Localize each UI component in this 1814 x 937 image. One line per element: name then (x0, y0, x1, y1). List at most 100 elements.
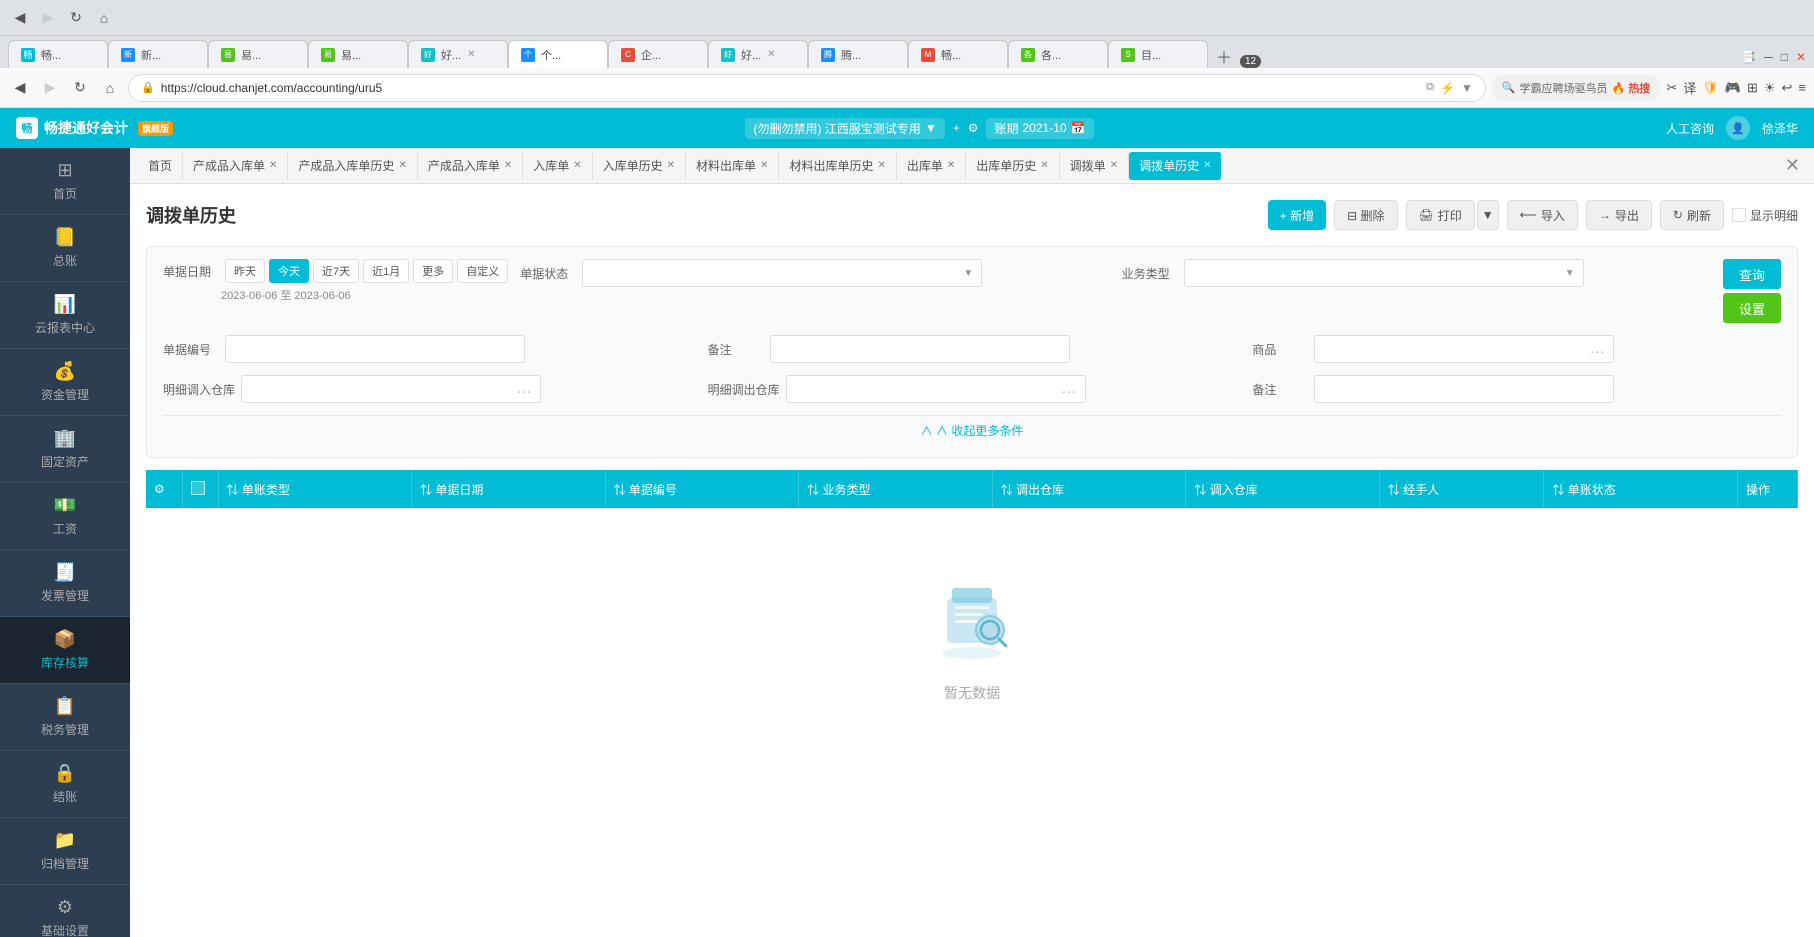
page-tab-2[interactable]: 产成品入库单历史 ✕ (288, 152, 417, 180)
browser-tab-3[interactable]: 易 易... (208, 40, 308, 68)
sidebar-item-closing[interactable]: 🔒 结账 (0, 751, 130, 818)
page-tab-8[interactable]: 出库单 ✕ (897, 152, 966, 180)
detail-in-selector[interactable]: … (241, 375, 541, 403)
delete-button[interactable]: ⊟ 删除 (1334, 200, 1397, 230)
translate-icon[interactable]: 译 (1683, 78, 1696, 97)
date-btn-yesterday[interactable]: 昨天 (225, 259, 265, 283)
dropdown-icon[interactable]: ▼ (1461, 81, 1473, 95)
date-btn-custom[interactable]: 自定义 (457, 259, 508, 283)
new-browser-tab-button[interactable]: ＋ (1212, 44, 1236, 68)
reload-button[interactable]: ↻ (68, 76, 92, 100)
undo-icon[interactable]: ↩ (1782, 80, 1793, 96)
nav-refresh[interactable]: ↻ (64, 6, 88, 30)
browser-close[interactable]: ✕ (1796, 50, 1806, 64)
page-tab-7-close[interactable]: ✕ (877, 160, 885, 171)
page-tab-4[interactable]: 入库单 ✕ (523, 152, 592, 180)
sidebar-item-ledger[interactable]: 📒 总账 (0, 215, 130, 282)
table-header-handler[interactable]: ⇅ 经手人 (1379, 470, 1544, 508)
page-tab-6[interactable]: 材料出库单 ✕ (686, 152, 779, 180)
sidebar-item-assets[interactable]: 🏢 固定资产 (0, 416, 130, 483)
collapse-bar[interactable]: ∧ ∧ 收起更多条件 (163, 415, 1781, 445)
browser-tab-2[interactable]: 新 新... (108, 40, 208, 68)
browser-search-box[interactable]: 🔍 学霸应聘场驱鸟员 🔥 热搜 (1492, 75, 1660, 101)
page-tab-4-close[interactable]: ✕ (573, 160, 581, 171)
detail-out-selector[interactable]: … (786, 375, 1086, 403)
table-header-out-warehouse[interactable]: ⇅ 调出仓库 (992, 470, 1186, 508)
address-bar[interactable]: 🔒 https://cloud.chanjet.com/accounting/u… (128, 74, 1486, 102)
page-tab-3[interactable]: 产成品入库单 ✕ (418, 152, 523, 180)
date-btn-more[interactable]: 更多 (413, 259, 453, 283)
nav-forward[interactable]: ▶ (36, 6, 60, 30)
browser-tab-8[interactable]: 好 好... ✕ (708, 40, 808, 68)
browser-minimize[interactable]: ─ (1764, 50, 1773, 64)
browser-tab-7[interactable]: C 企... (608, 40, 708, 68)
extension-icon-1[interactable]: 🛡 (1702, 80, 1719, 96)
goods-selector[interactable]: … (1314, 335, 1614, 363)
import-button[interactable]: ⟵ 导入 (1507, 200, 1578, 230)
page-tab-5-close[interactable]: ✕ (667, 160, 675, 171)
sidebar-item-funds[interactable]: 💰 资金管理 (0, 349, 130, 416)
page-tab-11[interactable]: 调拨单历史 ✕ (1129, 152, 1222, 180)
theme-icon[interactable]: ☀ (1764, 80, 1776, 96)
date-btn-today[interactable]: 今天 (269, 259, 309, 283)
new-button[interactable]: + 新增 (1268, 200, 1326, 230)
query-button[interactable]: 查询 (1723, 259, 1781, 289)
browser-tab-6[interactable]: 个 个... (508, 40, 608, 68)
page-tab-3-close[interactable]: ✕ (504, 160, 512, 171)
service-label[interactable]: 人工咨询 (1666, 120, 1714, 137)
nav-back[interactable]: ◀ (8, 6, 32, 30)
page-tab-1[interactable]: 产成品入库单 ✕ (183, 152, 288, 180)
sidebar-item-archive[interactable]: 📁 归档管理 (0, 818, 130, 885)
page-tab-9[interactable]: 出库单历史 ✕ (966, 152, 1059, 180)
browser-tab-9[interactable]: 腾 腾... (808, 40, 908, 68)
period-selector[interactable]: 账期 2021-10 📅 (986, 118, 1093, 139)
table-header-gear[interactable]: ⚙ (146, 470, 182, 508)
date-btn-1month[interactable]: 近1月 (363, 259, 409, 283)
sidebar-item-salary[interactable]: 💵 工资 (0, 483, 130, 550)
page-tab-10[interactable]: 调拨单 ✕ (1060, 152, 1129, 180)
biztype-select[interactable]: ▼ (1184, 259, 1584, 287)
sidebar-item-tax[interactable]: 📋 税务管理 (0, 684, 130, 751)
export-button[interactable]: → 导出 (1586, 200, 1652, 230)
remark2-input[interactable] (1314, 375, 1614, 403)
forward-button[interactable]: ▶ (38, 76, 62, 100)
table-header-doc-no[interactable]: ⇅ 单据编号 (605, 470, 799, 508)
browser-tab-8-close[interactable]: ✕ (767, 49, 775, 60)
browser-tab-11[interactable]: 各 各... (1008, 40, 1108, 68)
refresh-button[interactable]: ↻ 刷新 (1660, 200, 1724, 230)
display-toggle[interactable]: 显示明细 (1732, 207, 1798, 224)
browser-tab-5-close[interactable]: ✕ (467, 49, 475, 60)
page-tab-10-close[interactable]: ✕ (1110, 160, 1118, 171)
page-tab-7[interactable]: 材料出库单历史 ✕ (779, 152, 896, 180)
page-tab-11-close[interactable]: ✕ (1203, 160, 1211, 171)
sidebar-item-inventory[interactable]: 📦 库存核算 (0, 617, 130, 684)
add-icon[interactable]: + (953, 121, 960, 135)
grid-icon[interactable]: ⊞ (1747, 80, 1758, 96)
page-tab-8-close[interactable]: ✕ (947, 160, 955, 171)
remark-input[interactable] (770, 335, 1070, 363)
page-tab-2-close[interactable]: ✕ (398, 160, 406, 171)
browser-tab-5[interactable]: 好 好... ✕ (408, 40, 508, 68)
close-all-tabs-button[interactable]: ✕ (1779, 155, 1806, 176)
sidebar-item-invoice[interactable]: 🧾 发票管理 (0, 550, 130, 617)
select-all-checkbox[interactable] (191, 481, 205, 495)
browser-tab-4[interactable]: 易 易... (308, 40, 408, 68)
table-header-doc-date[interactable]: ⇅ 单据日期 (412, 470, 606, 508)
user-avatar[interactable]: 👤 (1726, 116, 1750, 140)
print-button[interactable]: 🖨 🖨 打印 打印 (1406, 200, 1475, 230)
page-tab-home[interactable]: 首页 (138, 152, 183, 180)
home-button[interactable]: ⌂ (98, 76, 122, 100)
sidebar-item-reports[interactable]: 📊 云报表中心 (0, 282, 130, 349)
table-header-biz-type[interactable]: ⇅ 业务类型 (799, 470, 993, 508)
date-btn-7days[interactable]: 近7天 (313, 259, 359, 283)
browser-tab-1[interactable]: 畅 畅... (8, 40, 108, 68)
page-tab-9-close[interactable]: ✕ (1040, 160, 1048, 171)
browser-tab-12[interactable]: S 目... (1108, 40, 1208, 68)
scissors-icon[interactable]: ✂ (1666, 80, 1677, 96)
menu-icon[interactable]: ≡ (1798, 80, 1806, 95)
table-header-doc-status[interactable]: ⇅ 单账状态 (1544, 470, 1738, 508)
back-button[interactable]: ◀ (8, 76, 32, 100)
status-select[interactable]: ▼ (582, 259, 982, 287)
settings-gear-icon[interactable]: ⚙ (968, 121, 979, 135)
docno-input[interactable] (225, 335, 525, 363)
